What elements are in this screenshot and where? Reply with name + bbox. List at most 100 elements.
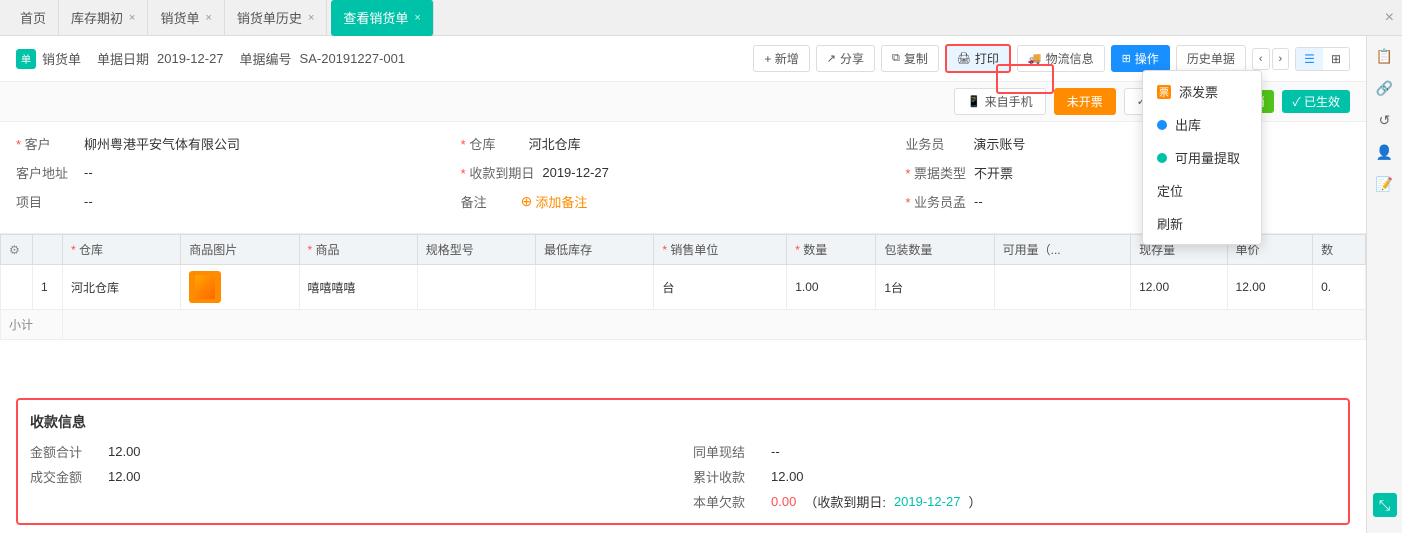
add-invoice-label: 添发票 bbox=[1179, 82, 1218, 101]
not-open-ticket-button[interactable]: 未开票 bbox=[1054, 88, 1116, 115]
view-toggle: ☰ ⊞ bbox=[1295, 47, 1350, 71]
grid-view-button[interactable]: ⊞ bbox=[1323, 48, 1349, 70]
list-view-button[interactable]: ☰ bbox=[1296, 48, 1323, 70]
doc-meta: 单据日期 2019-12-27 单据编号 SA-20191227-001 bbox=[97, 49, 405, 68]
same-order-value: -- bbox=[771, 444, 780, 459]
new-button[interactable]: + 新增 bbox=[753, 45, 809, 72]
next-button[interactable]: › bbox=[1272, 48, 1290, 70]
settings-icon[interactable]: ⚙ bbox=[9, 243, 20, 257]
doc-number-label: 单据编号 SA-20191227-001 bbox=[240, 49, 406, 68]
available-extract-label: 可用量提取 bbox=[1175, 148, 1240, 167]
project-label: 项目 bbox=[16, 192, 76, 211]
warehouse-value: 河北仓库 bbox=[521, 134, 906, 153]
dropdown-outbound[interactable]: 出库 bbox=[1143, 108, 1261, 141]
col-spec: 规格型号 bbox=[417, 235, 535, 265]
dropdown-refresh[interactable]: 刷新 bbox=[1143, 207, 1261, 240]
cumulative-label: 累计收款 bbox=[693, 467, 763, 486]
row-spec bbox=[417, 265, 535, 310]
deal-amount-value: 12.00 bbox=[108, 469, 141, 484]
tab-home[interactable]: 首页 bbox=[8, 0, 59, 36]
tab-inventory-init-close[interactable]: × bbox=[129, 12, 135, 24]
row-product: 嘻嘻嘻嘻 bbox=[299, 265, 417, 310]
tab-view-sales-close[interactable]: × bbox=[414, 12, 420, 24]
warehouse-label: 仓库 bbox=[461, 134, 521, 153]
tab-sales-history[interactable]: 销货单历史 × bbox=[225, 0, 327, 36]
doc-date-label: 单据日期 2019-12-27 bbox=[97, 49, 224, 68]
sidebar-icon-5[interactable]: 📝 bbox=[1373, 172, 1397, 196]
dropdown-add-invoice[interactable]: 票 添发票 bbox=[1143, 75, 1261, 108]
customer-value: 柳州粤港平安气体有限公司 bbox=[76, 134, 461, 153]
tab-view-sales[interactable]: 查看销货单 × bbox=[331, 0, 433, 36]
sidebar-icon-3[interactable]: ↺ bbox=[1373, 108, 1397, 132]
sidebar-icon-2[interactable]: 🔗 bbox=[1373, 76, 1397, 100]
same-order-row: 同单现结 -- bbox=[693, 442, 1336, 461]
col-unit: 销售单位 bbox=[654, 235, 787, 265]
sidebar-icon-4[interactable]: 👤 bbox=[1373, 140, 1397, 164]
history-button[interactable]: 历史单据 bbox=[1176, 45, 1246, 72]
row-available bbox=[994, 265, 1130, 310]
available-extract-icon bbox=[1157, 153, 1167, 163]
project-field: 项目 -- bbox=[16, 192, 461, 211]
prev-button[interactable]: ‹ bbox=[1252, 48, 1270, 70]
row-min-stock bbox=[536, 265, 654, 310]
due-date-value: 2019-12-27 bbox=[534, 165, 905, 180]
col-settings: ⚙ bbox=[1, 235, 33, 265]
row-seq: 1 bbox=[33, 265, 63, 310]
print-button[interactable]: 🖨 打印 bbox=[945, 44, 1011, 73]
due-date-field: 收款到期日 2019-12-27 bbox=[461, 163, 906, 182]
outbound-label: 出库 bbox=[1175, 115, 1201, 134]
tab-sales-order-close[interactable]: × bbox=[205, 12, 211, 24]
share-button[interactable]: ↗ 分享 bbox=[816, 45, 875, 72]
col-product-img: 商品图片 bbox=[181, 235, 299, 265]
warehouse-field: 仓库 河北仓库 bbox=[461, 134, 906, 153]
row-stock: 12.00 bbox=[1131, 265, 1227, 310]
owe-row: 本单欠款 0.00 （收款到期日: 2019-12-27 ） bbox=[693, 492, 1336, 511]
payment-grid: 金额合计 12.00 成交金额 12.00 同单现结 -- 累计收款 bbox=[30, 442, 1336, 511]
right-sidebar: 📋 🔗 ↺ 👤 📝 ⤡ bbox=[1366, 36, 1402, 533]
owe-note: （收款到期日: bbox=[804, 492, 886, 511]
customer-label: 客户 bbox=[16, 134, 76, 153]
sidebar-icon-6[interactable]: ⤡ bbox=[1373, 493, 1397, 517]
col-product: 商品 bbox=[299, 235, 417, 265]
total-value: 12.00 bbox=[108, 444, 141, 459]
dropdown-available-extract[interactable]: 可用量提取 bbox=[1143, 141, 1261, 174]
operation-button[interactable]: ⊞ 操作 bbox=[1111, 45, 1170, 72]
tab-inventory-init[interactable]: 库存期初 × bbox=[59, 0, 148, 36]
project-value: -- bbox=[76, 194, 461, 209]
row-amount: 0. bbox=[1313, 265, 1366, 310]
note-field: 备注 ⊕ 添加备注 bbox=[461, 192, 906, 211]
cumulative-row: 累计收款 12.00 bbox=[693, 467, 1336, 486]
total-label: 金额合计 bbox=[30, 442, 100, 461]
toolbar: + 新增 ↗ 分享 ⧉ 复制 🖨 打印 🚚 物流信息 bbox=[753, 44, 1350, 73]
row-pack-qty: 1台 bbox=[876, 265, 994, 310]
owe-label: 本单欠款 bbox=[693, 492, 763, 511]
total-row: 金额合计 12.00 bbox=[30, 442, 673, 461]
address-field: 客户地址 -- bbox=[16, 163, 461, 182]
locate-label: 定位 bbox=[1157, 181, 1183, 200]
refresh-label: 刷新 bbox=[1157, 214, 1183, 233]
staff-field: 业务员 演示账号 bbox=[905, 134, 1350, 153]
table-row: 1 河北仓库 嘻嘻嘻嘻 台 1.00 1台 bbox=[1, 265, 1366, 310]
subtotal-row: 小计 bbox=[1, 310, 1366, 340]
same-order-label: 同单现结 bbox=[693, 442, 763, 461]
owe-date: 2019-12-27 bbox=[894, 494, 961, 509]
payment-title: 收款信息 bbox=[30, 412, 1336, 432]
sales-staff-label: 业务员孟 bbox=[905, 192, 966, 211]
from-phone-button[interactable]: 📱 来自手机 bbox=[954, 88, 1046, 115]
copy-button[interactable]: ⧉ 复制 bbox=[881, 45, 939, 72]
window-close-button[interactable]: × bbox=[1385, 9, 1394, 27]
tab-sales-history-close[interactable]: × bbox=[308, 12, 314, 24]
tab-sales-order[interactable]: 销货单 × bbox=[148, 0, 224, 36]
dropdown-locate[interactable]: 定位 bbox=[1143, 174, 1261, 207]
row-unit: 台 bbox=[654, 265, 787, 310]
row-unit-price: 12.00 bbox=[1227, 265, 1313, 310]
col-min-stock: 最低库存 bbox=[536, 235, 654, 265]
logistics-button[interactable]: 🚚 物流信息 bbox=[1017, 45, 1105, 72]
sales-staff-field: 业务员孟 -- bbox=[905, 192, 1350, 211]
col-available: 可用量（... bbox=[994, 235, 1130, 265]
add-note-button[interactable]: ⊕ 添加备注 bbox=[521, 192, 588, 211]
owe-value: 0.00 bbox=[771, 494, 796, 509]
deal-amount-row: 成交金额 12.00 bbox=[30, 467, 673, 486]
table-container: ⚙ 仓库 商品图片 商品 规格型号 最低库存 销售单位 数量 包装数量 可用量（… bbox=[0, 234, 1366, 390]
sidebar-icon-1[interactable]: 📋 bbox=[1373, 44, 1397, 68]
